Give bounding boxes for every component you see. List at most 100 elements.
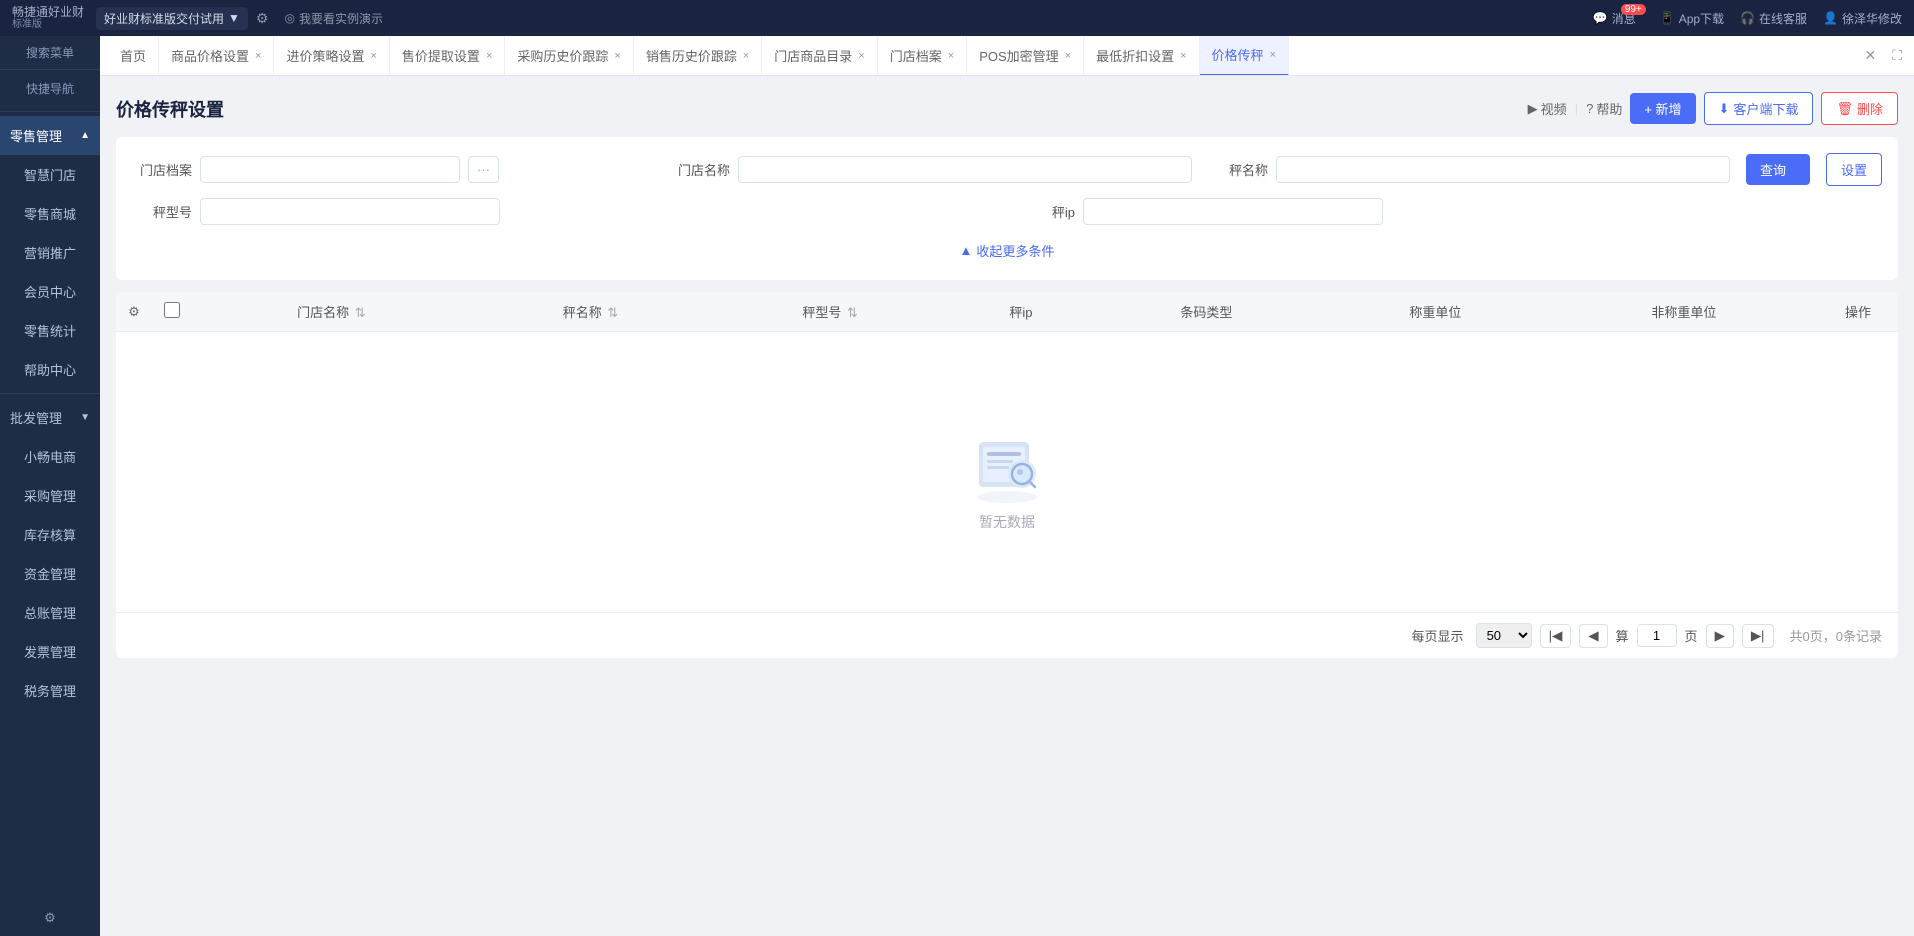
video-link[interactable]: ▶ 视频	[1528, 99, 1567, 118]
tab-close-min-discount[interactable]: ×	[1180, 50, 1186, 62]
sidebar-item-batch-mgmt[interactable]: 批发管理 ▼	[0, 398, 100, 437]
tab-min-discount[interactable]: 最低折扣设置 ×	[1084, 36, 1199, 76]
form-item-store-name: 门店名称	[670, 156, 1192, 183]
tab-purchase-history[interactable]: 采购历史价跟踪 ×	[505, 36, 633, 76]
tab-sale-history[interactable]: 销售历史价跟踪 ×	[634, 36, 762, 76]
tab-close-store-archive[interactable]: ×	[948, 50, 954, 62]
store-archive-dots-button[interactable]: ···	[468, 156, 499, 183]
sidebar: 搜索菜单 快捷导航 零售管理 ▲ 智慧门店 零售商城 营销推广 会员中心 零售统…	[0, 36, 100, 936]
col-scale-name: 秤名称 ⇅	[471, 292, 711, 332]
sidebar-item-tax[interactable]: 税务管理	[0, 671, 100, 710]
tab-close-store-catalog[interactable]: ×	[858, 50, 864, 62]
sidebar-item-retail-stats[interactable]: 零售统计	[0, 311, 100, 350]
total-info: 共0页，0条记录	[1790, 626, 1882, 645]
sidebar-gear-button[interactable]: ⚙	[0, 900, 100, 936]
tab-close-commodity-price[interactable]: ×	[255, 50, 261, 62]
select-all-checkbox[interactable]	[164, 302, 180, 318]
scale-model-label: 秤型号	[132, 202, 192, 221]
delete-button[interactable]: 🗑 删除	[1821, 92, 1898, 125]
tab-close-purchase-history[interactable]: ×	[614, 50, 620, 62]
tab-store-archive[interactable]: 门店档案 ×	[878, 36, 967, 76]
demo-link[interactable]: ◎ 我要看实例演示	[284, 10, 383, 27]
sidebar-item-invoice[interactable]: 发票管理	[0, 632, 100, 671]
sidebar-item-finance[interactable]: 资金管理	[0, 554, 100, 593]
page-number-input[interactable]: 1	[1637, 624, 1677, 647]
col-barcode-type: 条码类型	[1092, 292, 1321, 332]
sidebar-item-member-center[interactable]: 会员中心	[0, 272, 100, 311]
help-link[interactable]: ? 帮助	[1586, 99, 1622, 118]
tab-purchase-strategy[interactable]: 进价策略设置 ×	[274, 36, 389, 76]
tab-close-pos-management[interactable]: ×	[1065, 50, 1071, 62]
sidebar-item-retail-mall[interactable]: 零售商城	[0, 194, 100, 233]
app-download-button[interactable]: 📱 App下载	[1660, 10, 1724, 27]
notifications-button[interactable]: 💬 消息 99+	[1593, 10, 1636, 27]
content-area: 首页 商品价格设置 × 进价策略设置 × 售价提取设置 × 采购历史价跟踪 × …	[100, 36, 1914, 936]
page-first-button[interactable]: |◀	[1540, 624, 1572, 648]
scale-ip-input[interactable]	[1083, 198, 1383, 225]
table-header-row: ⚙ 门店名称 ⇅ 秤名称 ⇅	[116, 292, 1898, 332]
sidebar-item-quick-nav[interactable]: 快捷导航	[0, 70, 100, 107]
tab-price-scale[interactable]: 价格传秤 ×	[1200, 36, 1289, 76]
data-table: ⚙ 门店名称 ⇅ 秤名称 ⇅	[116, 292, 1898, 612]
tab-close-sale-price-extract[interactable]: ×	[486, 50, 492, 62]
page-size-label: 每页显示	[1412, 626, 1464, 645]
col-operation: 操作	[1818, 292, 1898, 332]
scale-model-input[interactable]	[200, 198, 500, 225]
download-client-button[interactable]: ⬇ 客户端下载	[1704, 92, 1814, 125]
tab-close-window-button[interactable]: ✕	[1860, 45, 1880, 66]
sort-scale-model-icon[interactable]: ⇅	[847, 305, 858, 320]
sidebar-item-retail-mgmt[interactable]: 零售管理 ▲	[0, 116, 100, 155]
page-size-select[interactable]: 50 10 20 100	[1476, 623, 1532, 648]
page-prev-button[interactable]: ◀	[1579, 624, 1607, 648]
store-name-input[interactable]	[738, 156, 1192, 183]
tab-sale-price-extract[interactable]: 售价提取设置 ×	[390, 36, 505, 76]
sidebar-item-small-e[interactable]: 小畅电商	[0, 437, 100, 476]
user-menu-button[interactable]: 👤 徐泽华修改	[1823, 10, 1902, 27]
sidebar-item-smart-store[interactable]: 智慧门店	[0, 155, 100, 194]
sidebar-item-stock[interactable]: 库存核算	[0, 515, 100, 554]
scale-ip-label: 秤ip	[1015, 202, 1075, 221]
table-body: 暂无数据	[116, 332, 1898, 613]
tab-close-sale-history[interactable]: ×	[743, 50, 749, 62]
version-settings-icon[interactable]: ⚙	[256, 10, 269, 27]
page-title: 价格传秤设置	[116, 96, 224, 122]
tab-store-catalog[interactable]: 门店商品目录 ×	[762, 36, 877, 76]
page-header: 价格传秤设置 ▶ 视频 | ? 帮助 + 新增 ⬇	[116, 92, 1898, 125]
add-button[interactable]: + 新增	[1630, 93, 1695, 124]
sidebar-item-help-center[interactable]: 帮助中心	[0, 350, 100, 389]
sort-store-name-icon[interactable]: ⇅	[355, 305, 366, 320]
sidebar-divider-2	[0, 393, 100, 394]
empty-text: 暂无数据	[979, 512, 1035, 532]
tab-home[interactable]: 首页	[108, 36, 159, 76]
sidebar-search[interactable]: 搜索菜单	[0, 36, 100, 70]
query-button[interactable]: 查询	[1746, 154, 1810, 185]
tab-commodity-price[interactable]: 商品价格设置 ×	[159, 36, 274, 76]
sidebar-item-marketing[interactable]: 营销推广	[0, 233, 100, 272]
sidebar-item-purchase-mgmt[interactable]: 采购管理	[0, 476, 100, 515]
top-bar: 畅捷通好业财 标准版 好业财标准版交付试用 ▼ ⚙ ◎ 我要看实例演示 💬 消息…	[0, 0, 1914, 36]
tab-close-purchase-strategy[interactable]: ×	[370, 50, 376, 62]
online-service-button[interactable]: 🎧 在线客服	[1740, 10, 1807, 27]
collapse-button[interactable]: ▲ 收起更多条件	[132, 237, 1882, 264]
tab-pos-management[interactable]: POS加密管理 ×	[967, 36, 1084, 76]
search-row-1: 门店档案 ··· 门店名称 秤名称 查询	[132, 153, 1882, 186]
scale-name-input[interactable]	[1276, 156, 1730, 183]
tab-maximize-button[interactable]: ⛶	[1888, 45, 1906, 66]
page-next-button[interactable]: ▶	[1706, 624, 1734, 648]
sidebar-divider-1	[0, 111, 100, 112]
sort-scale-name-icon[interactable]: ⇅	[607, 305, 618, 320]
store-archive-input[interactable]	[200, 156, 460, 183]
page-content: 价格传秤设置 ▶ 视频 | ? 帮助 + 新增 ⬇	[100, 76, 1914, 936]
version-selector[interactable]: 好业财标准版交付试用 ▼	[96, 7, 248, 30]
page-actions: ▶ 视频 | ? 帮助 + 新增 ⬇ 客户端下载	[1528, 92, 1898, 125]
col-store-name: 门店名称 ⇅	[192, 292, 471, 332]
col-scale-model: 秤型号 ⇅	[710, 292, 950, 332]
sidebar-item-ledger[interactable]: 总账管理	[0, 593, 100, 632]
empty-state: 暂无数据	[116, 332, 1898, 612]
tab-close-price-scale[interactable]: ×	[1270, 49, 1276, 61]
search-panel: 门店档案 ··· 门店名称 秤名称 查询	[116, 137, 1898, 280]
page-last-button[interactable]: ▶|	[1742, 624, 1774, 648]
search-row-2: 秤型号 秤ip	[132, 198, 1882, 225]
table-gear-icon[interactable]: ⚙	[128, 304, 140, 319]
settings-button[interactable]: 设置	[1826, 153, 1882, 186]
